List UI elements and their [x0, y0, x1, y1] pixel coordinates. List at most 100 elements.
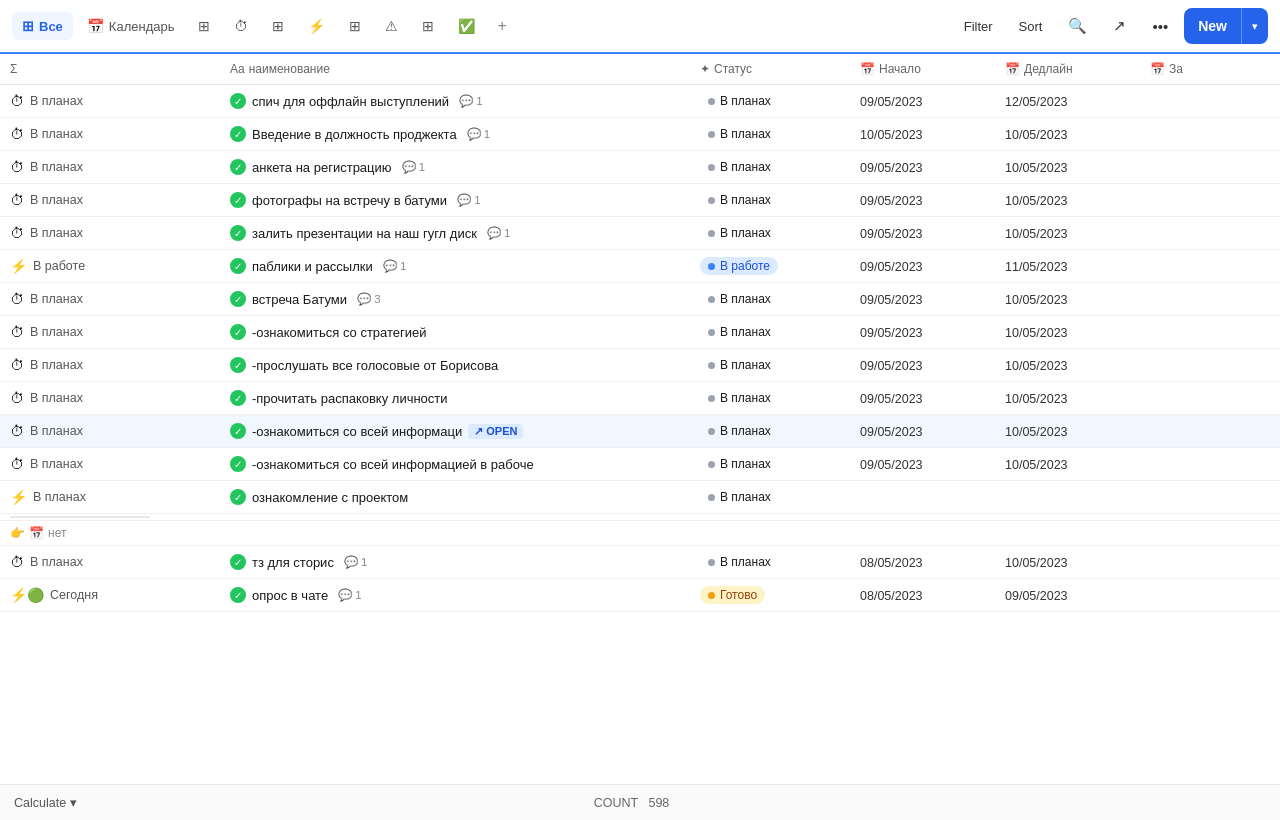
table-row[interactable]: ⏱ В планах ✓ залить презентации на наш г… — [0, 217, 1280, 250]
row-deadline-cell[interactable]: 10/05/2023 — [995, 283, 1140, 316]
row-name-cell[interactable]: ✓ залить презентации на наш гугл диск 💬 … — [220, 217, 690, 250]
tab-table3[interactable]: ⊞ — [339, 12, 371, 40]
task-check-icon[interactable]: ✓ — [230, 324, 246, 340]
table-row[interactable]: ⏱ В планах ✓ -ознакомиться со всей инфор… — [0, 448, 1280, 481]
row-deadline-cell[interactable]: 10/05/2023 — [995, 184, 1140, 217]
row-name-cell[interactable]: ✓ фотографы на встречу в батуми 💬 1 — [220, 184, 690, 217]
row-name-cell[interactable]: ✓ спич для оффлайн выступлений 💬 1 — [220, 85, 690, 118]
row-name-cell[interactable]: ✓ анкета на регистрацию 💬 1 — [220, 151, 690, 184]
table-row[interactable]: ⏱ В планах ✓ -прочитать распаковку лично… — [0, 382, 1280, 415]
row-status-cell[interactable]: Готово — [690, 579, 850, 612]
row-status-cell[interactable]: В планах — [690, 415, 850, 448]
row-status-cell[interactable]: В планах — [690, 546, 850, 579]
task-check-icon[interactable]: ✓ — [230, 489, 246, 505]
row-name-cell[interactable]: ✓ -прослушать все голосовые от Борисова — [220, 349, 690, 382]
row-start-cell[interactable]: 09/05/2023 — [850, 184, 995, 217]
row-name-cell[interactable]: ✓ -прочитать распаковку личности — [220, 382, 690, 415]
table-row[interactable]: ⏱ В планах ✓ -прослушать все голосовые о… — [0, 349, 1280, 382]
table-row[interactable]: ⏱ В планах ✓ спич для оффлайн выступлени… — [0, 85, 1280, 118]
row-deadline-cell[interactable]: 10/05/2023 — [995, 349, 1140, 382]
row-deadline-cell[interactable]: 10/05/2023 — [995, 151, 1140, 184]
row-name-cell[interactable]: ✓ -ознакомиться со стратегией — [220, 316, 690, 349]
add-view-button[interactable]: + — [489, 11, 514, 41]
row-extra-cell[interactable] — [1140, 382, 1280, 415]
tab-table2[interactable]: ⊞ — [262, 12, 294, 40]
row-status-cell[interactable]: В планах — [690, 217, 850, 250]
table-row[interactable]: ⚡🟢 Сегодня ✓ опрос в чате 💬 1 Готово 08/… — [0, 579, 1280, 612]
row-start-cell[interactable]: 09/05/2023 — [850, 415, 995, 448]
search-button[interactable]: 🔍 — [1058, 11, 1097, 41]
tab-flash[interactable]: ⚡ — [298, 12, 335, 40]
tab-warning[interactable]: ⚠ — [375, 12, 408, 40]
table-row[interactable]: ⏱ В планах ✓ Введение в должность продже… — [0, 118, 1280, 151]
tab-check[interactable]: ✅ — [448, 12, 485, 40]
row-deadline-cell[interactable]: 10/05/2023 — [995, 118, 1140, 151]
row-extra-cell[interactable] — [1140, 415, 1280, 448]
row-deadline-cell[interactable]: 10/05/2023 — [995, 546, 1140, 579]
row-deadline-cell[interactable]: 10/05/2023 — [995, 415, 1140, 448]
new-button-arrow[interactable]: ▾ — [1241, 8, 1268, 44]
table-row[interactable]: ⚡ В работе ✓ паблики и рассылки 💬 1 В ра… — [0, 250, 1280, 283]
row-status-cell[interactable]: В планах — [690, 283, 850, 316]
task-check-icon[interactable]: ✓ — [230, 126, 246, 142]
row-deadline-cell[interactable] — [995, 481, 1140, 514]
row-extra-cell[interactable] — [1140, 448, 1280, 481]
task-check-icon[interactable]: ✓ — [230, 554, 246, 570]
row-status-cell[interactable]: В планах — [690, 481, 850, 514]
calculate-button[interactable]: Calculate ▾ — [14, 795, 77, 810]
row-status-cell[interactable]: В планах — [690, 448, 850, 481]
task-check-icon[interactable]: ✓ — [230, 159, 246, 175]
task-check-icon[interactable]: ✓ — [230, 456, 246, 472]
task-check-icon[interactable]: ✓ — [230, 587, 246, 603]
task-check-icon[interactable]: ✓ — [230, 390, 246, 406]
new-button[interactable]: New ▾ — [1184, 8, 1268, 44]
table-row[interactable]: ⏱ В планах ✓ тз для сторис 💬 1 В планах … — [0, 546, 1280, 579]
row-status-cell[interactable]: В планах — [690, 118, 850, 151]
row-start-cell[interactable]: 09/05/2023 — [850, 217, 995, 250]
row-extra-cell[interactable] — [1140, 283, 1280, 316]
table-row[interactable]: ⏱ В планах ✓ анкета на регистрацию 💬 1 В… — [0, 151, 1280, 184]
row-extra-cell[interactable] — [1140, 184, 1280, 217]
row-deadline-cell[interactable]: 11/05/2023 — [995, 250, 1140, 283]
table-row[interactable]: ⏱ В планах ✓ -ознакомиться со всей инфор… — [0, 415, 1280, 448]
task-check-icon[interactable]: ✓ — [230, 258, 246, 274]
row-extra-cell[interactable] — [1140, 151, 1280, 184]
row-status-cell[interactable]: В планах — [690, 349, 850, 382]
task-check-icon[interactable]: ✓ — [230, 357, 246, 373]
table-row[interactable] — [0, 514, 1280, 521]
more-button[interactable]: ••• — [1142, 12, 1178, 41]
row-extra-cell[interactable] — [1140, 349, 1280, 382]
row-status-cell[interactable]: В планах — [690, 151, 850, 184]
row-start-cell[interactable]: 08/05/2023 — [850, 579, 995, 612]
row-start-cell[interactable]: 09/05/2023 — [850, 151, 995, 184]
table-row[interactable]: 👉 📅 нет — [0, 521, 1280, 546]
row-name-cell[interactable]: ✓ Введение в должность проджекта 💬 1 — [220, 118, 690, 151]
row-name-cell[interactable]: ✓ встреча Батуми 💬 3 — [220, 283, 690, 316]
table-row[interactable]: ⚡ В планах ✓ ознакомление с проектом В п… — [0, 481, 1280, 514]
row-status-cell[interactable]: В работе — [690, 250, 850, 283]
table-row[interactable]: ⏱ В планах ✓ фотографы на встречу в бату… — [0, 184, 1280, 217]
row-start-cell[interactable]: 10/05/2023 — [850, 118, 995, 151]
row-extra-cell[interactable] — [1140, 118, 1280, 151]
share-button[interactable]: ↗ — [1103, 11, 1136, 41]
task-check-icon[interactable]: ✓ — [230, 192, 246, 208]
row-name-cell[interactable]: ✓ -ознакомиться со всей информаци ↗ OPEN — [220, 415, 690, 448]
row-start-cell[interactable]: 09/05/2023 — [850, 250, 995, 283]
task-check-icon[interactable]: ✓ — [230, 423, 246, 439]
task-check-icon[interactable]: ✓ — [230, 291, 246, 307]
row-name-cell[interactable]: ✓ опрос в чате 💬 1 — [220, 579, 690, 612]
tab-all[interactable]: ⊞ Все — [12, 12, 73, 40]
tab-timer[interactable]: ⏱ — [224, 12, 258, 40]
row-start-cell[interactable]: 09/05/2023 — [850, 85, 995, 118]
new-button-main[interactable]: New — [1184, 8, 1241, 44]
sort-button[interactable]: Sort — [1009, 13, 1053, 40]
row-deadline-cell[interactable]: 10/05/2023 — [995, 217, 1140, 250]
row-start-cell[interactable]: 09/05/2023 — [850, 349, 995, 382]
row-start-cell[interactable]: 09/05/2023 — [850, 382, 995, 415]
row-extra-cell[interactable] — [1140, 579, 1280, 612]
row-start-cell[interactable]: 09/05/2023 — [850, 448, 995, 481]
row-deadline-cell[interactable]: 10/05/2023 — [995, 448, 1140, 481]
row-deadline-cell[interactable]: 10/05/2023 — [995, 382, 1140, 415]
row-status-cell[interactable]: В планах — [690, 316, 850, 349]
row-name-cell[interactable]: ✓ -ознакомиться со всей информацией в ра… — [220, 448, 690, 481]
